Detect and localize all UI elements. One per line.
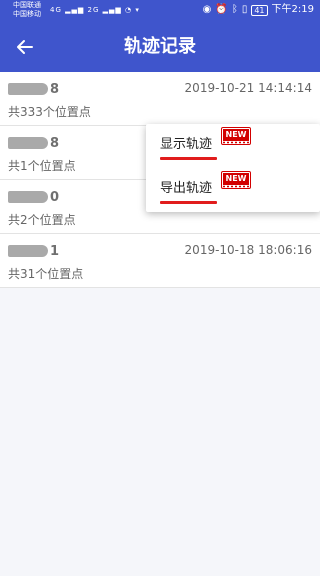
track-name: 8 [8,80,59,98]
track-name-suffix: 0 [50,189,60,205]
badge-edge [222,185,250,188]
status-right: ◉ ⏰ ᛒ ▯ 41 下午2:19 [203,4,314,16]
carrier-1: 中国联通 [13,1,41,9]
bluetooth-icon: ᛒ [231,4,238,15]
carrier-info: 中国联通 中国移动 [13,1,41,19]
app-bar: 轨迹记录 [0,22,320,72]
redacted-name [8,245,48,257]
new-badge: NEW [221,171,251,189]
vibrate-icon: ▯ [241,4,248,15]
signal-icons: 4G ▂▄▆ 2G ▂▄▆ ◔ ▾ [50,6,140,15]
track-name: 8 [8,134,59,152]
track-time: 2019-10-21 14:14:14 [184,81,312,95]
track-name: 0 [8,188,59,206]
track-point-count: 共31个位置点 [8,267,84,281]
track-point-count: 共2个位置点 [8,213,76,227]
track-point-count: 共1个位置点 [8,159,76,173]
redacted-name [8,137,48,149]
menu-item-export-track[interactable]: 导出轨迹 NEW [146,168,320,212]
shield-icon: ▾ [135,6,140,14]
battery-icon: 41 [251,4,268,16]
track-name-suffix: 8 [50,81,60,97]
redacted-name [8,191,48,203]
page-title: 轨迹记录 [124,36,196,57]
eye-icon: ◉ [202,4,212,15]
signal-icon: ▂▄▆ [102,6,122,14]
track-name-suffix: 1 [50,243,60,259]
carrier-2: 中国移动 [13,10,41,18]
track-time: 2019-10-18 18:06:16 [184,243,312,257]
menu-item-label: 导出轨迹 [160,181,213,196]
popup-menu: 显示轨迹 NEW 导出轨迹 NEW [146,124,320,212]
alarm-icon: ⏰ [215,4,228,15]
signal-icon: ▂▄▆ [65,6,85,14]
new-badge: NEW [221,127,251,145]
wifi-icon: ◔ [125,6,133,14]
badge-edge [222,141,250,144]
track-row[interactable]: 8 2019-10-21 14:14:14 共333个位置点 [0,72,320,126]
track-name: 1 [8,242,59,260]
track-point-count: 共333个位置点 [8,105,91,119]
menu-item-show-track[interactable]: 显示轨迹 NEW [146,124,320,168]
network-1: 4G [50,6,62,14]
menu-item-underline [160,201,217,204]
new-badge-label: NEW [223,129,249,141]
new-badge-label: NEW [223,173,249,185]
menu-item-underline [160,157,217,160]
redacted-name [8,83,48,95]
menu-item-label: 显示轨迹 [160,137,213,152]
track-row[interactable]: 1 2019-10-18 18:06:16 共31个位置点 [0,234,320,288]
track-name-suffix: 8 [50,135,60,151]
status-bar: 中国联通 中国移动 4G ▂▄▆ 2G ▂▄▆ ◔ ▾ ◉ ⏰ ᛒ ▯ 41 下… [0,0,320,22]
status-time: 下午2:19 [271,4,314,15]
network-2: 2G [87,6,100,14]
